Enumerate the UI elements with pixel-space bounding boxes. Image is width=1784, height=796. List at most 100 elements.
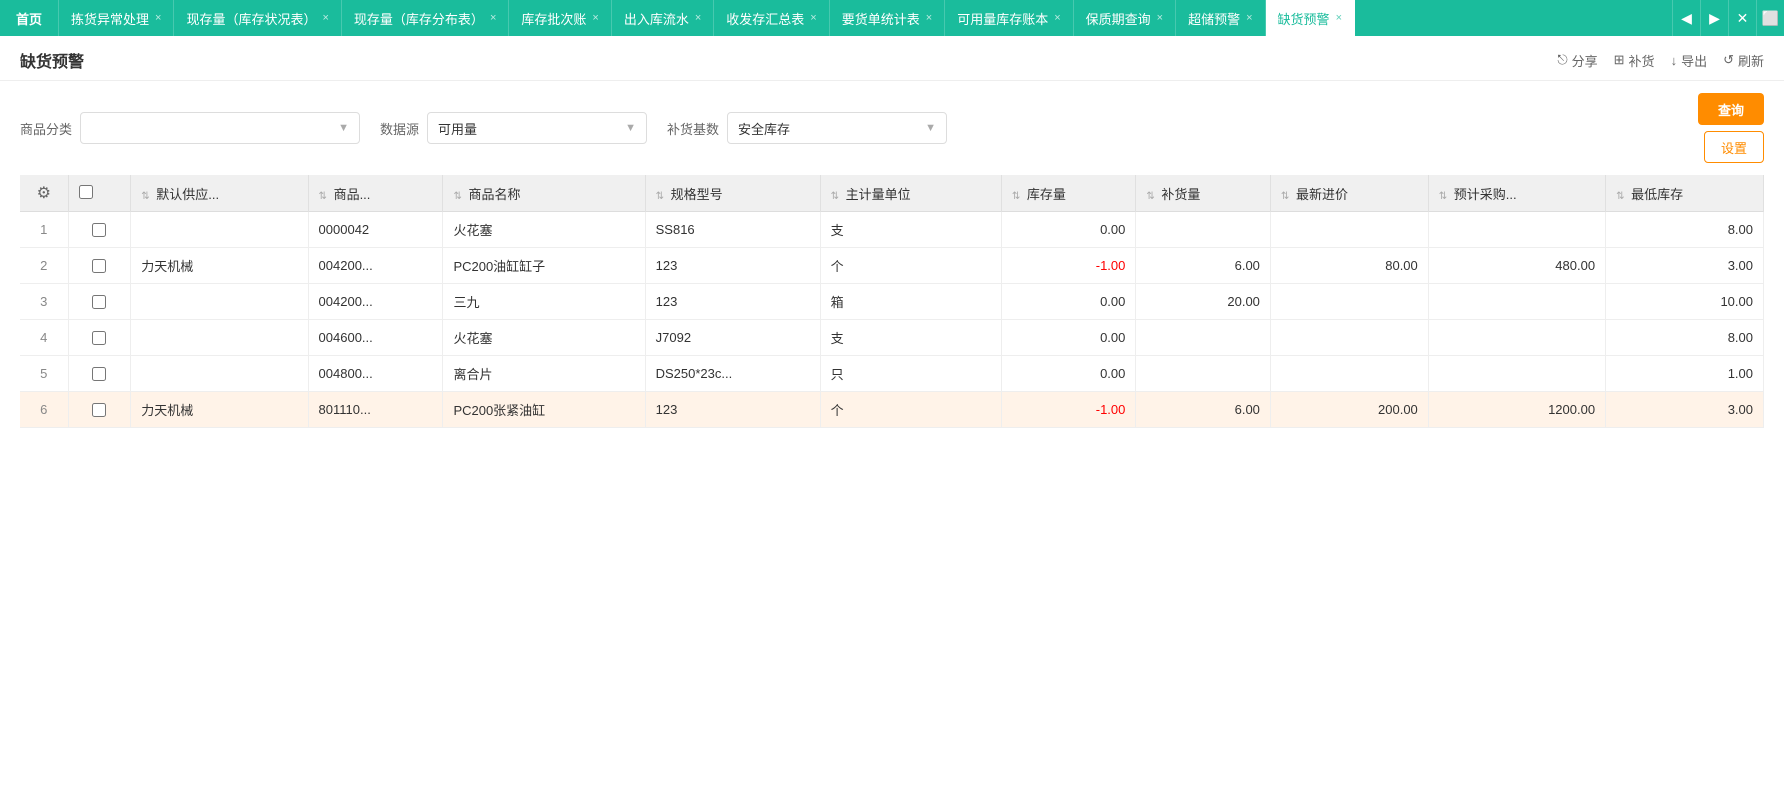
cell-stock: 0.00 bbox=[1001, 284, 1136, 320]
cell-est-purchase: 480.00 bbox=[1428, 248, 1605, 284]
sort-icon-2: ⇅ bbox=[319, 191, 327, 202]
sort-icon-7: ⇅ bbox=[1146, 191, 1154, 202]
row-checkbox[interactable] bbox=[92, 295, 106, 309]
tab-batch[interactable]: 库存批次账 × bbox=[509, 0, 611, 36]
tab-close-icon[interactable]: × bbox=[810, 12, 816, 24]
tab-close-icon[interactable]: × bbox=[1054, 12, 1060, 24]
sort-icon-5: ⇅ bbox=[831, 191, 839, 202]
table-body: 1 0000042 火花塞 SS816 支 0.00 8.00 2 bbox=[20, 212, 1764, 428]
tab-close-icon[interactable]: × bbox=[490, 12, 496, 24]
row-number: 1 bbox=[20, 212, 68, 248]
tab-label: 超储预警 bbox=[1188, 9, 1240, 28]
datasource-select[interactable]: 可用量 ▼ bbox=[427, 112, 647, 144]
row-number: 2 bbox=[20, 248, 68, 284]
tab-overstock[interactable]: 超储预警 × bbox=[1176, 0, 1265, 36]
row-checkbox-cell bbox=[68, 212, 131, 248]
sort-icon-9: ⇅ bbox=[1439, 191, 1447, 202]
cell-latest-price: 200.00 bbox=[1270, 392, 1428, 428]
replenish-action[interactable]: ⊞ 补货 bbox=[1614, 51, 1655, 70]
refresh-action[interactable]: ↺ 刷新 bbox=[1723, 51, 1764, 70]
tab-close-icon[interactable]: × bbox=[155, 12, 161, 24]
row-checkbox[interactable] bbox=[92, 259, 106, 273]
cell-spec: J7092 bbox=[645, 320, 820, 356]
replenish-base-label: 补货基数 bbox=[667, 119, 719, 138]
tab-close-icon[interactable]: × bbox=[926, 12, 932, 24]
cell-replenish bbox=[1136, 212, 1271, 248]
tab-inout-flow[interactable]: 出入库流水× bbox=[612, 0, 714, 36]
tab-maximize-btn[interactable]: ⬜ bbox=[1756, 0, 1784, 36]
row-checkbox[interactable] bbox=[92, 403, 106, 417]
col-product-code[interactable]: ⇅ 商品... bbox=[308, 175, 443, 212]
tab-label: 可用量库存账本 bbox=[957, 9, 1048, 28]
cell-spec: DS250*23c... bbox=[645, 356, 820, 392]
cell-product-name: 离合片 bbox=[443, 356, 645, 392]
cell-stock: 0.00 bbox=[1001, 212, 1136, 248]
export-action[interactable]: ↓ 导出 bbox=[1671, 51, 1708, 70]
data-table: ⚙ ⇅ 默认供应... ⇅ 商品... ⇅ 商品名称 bbox=[20, 175, 1764, 428]
col-est-purchase[interactable]: ⇅ 预计采购... bbox=[1428, 175, 1605, 212]
col-replenish[interactable]: ⇅ 补货量 bbox=[1136, 175, 1271, 212]
share-action[interactable]: ⎋ 分享 bbox=[1557, 51, 1597, 70]
table-container: ⚙ ⇅ 默认供应... ⇅ 商品... ⇅ 商品名称 bbox=[0, 175, 1784, 428]
tab-label: 库存批次账 bbox=[521, 9, 586, 28]
col-min-stock[interactable]: ⇅ 最低库存 bbox=[1606, 175, 1764, 212]
tab-available[interactable]: 可用量库存账本 × bbox=[945, 0, 1073, 36]
query-button[interactable]: 查询 bbox=[1698, 93, 1764, 125]
col-latest-price[interactable]: ⇅ 最新进价 bbox=[1270, 175, 1428, 212]
tab-close-icon[interactable]: × bbox=[1157, 12, 1163, 24]
tab-close-icon[interactable]: × bbox=[1336, 12, 1342, 24]
cell-product-code: 004200... bbox=[308, 248, 443, 284]
tab-exception[interactable]: 拣货异常处理× bbox=[59, 0, 174, 36]
sort-icon-8: ⇅ bbox=[1281, 191, 1289, 202]
col-product-name[interactable]: ⇅ 商品名称 bbox=[443, 175, 645, 212]
tab-label: 现存量（库存分布表） bbox=[354, 9, 484, 28]
tab-label: 缺货预警 bbox=[1278, 9, 1330, 28]
cell-default-supplier bbox=[131, 320, 308, 356]
cell-unit: 支 bbox=[820, 212, 1001, 248]
tab-close-btn[interactable]: ✕ bbox=[1728, 0, 1756, 36]
cell-min-stock: 8.00 bbox=[1606, 212, 1764, 248]
tab-prev-btn[interactable]: ◀ bbox=[1672, 0, 1700, 36]
select-all-checkbox[interactable] bbox=[79, 185, 93, 199]
settings-button[interactable]: 设置 bbox=[1704, 131, 1764, 163]
tab-close-icon[interactable]: × bbox=[695, 12, 701, 24]
cell-replenish bbox=[1136, 320, 1271, 356]
tab-inventory-status[interactable]: 现存量（库存状况表）× bbox=[174, 0, 341, 36]
tab-expiry[interactable]: 保质期查询× bbox=[1074, 0, 1176, 36]
tab-next-btn[interactable]: ▶ bbox=[1700, 0, 1728, 36]
cell-est-purchase bbox=[1428, 356, 1605, 392]
sort-icon-6: ⇅ bbox=[1012, 191, 1020, 202]
row-checkbox-cell bbox=[68, 392, 131, 428]
col-default-supplier[interactable]: ⇅ 默认供应... bbox=[131, 175, 308, 212]
datasource-label: 数据源 bbox=[380, 119, 419, 138]
tab-inventory-dist[interactable]: 现存量（库存分布表） × bbox=[342, 0, 509, 36]
tab-collection[interactable]: 收发存汇总表× bbox=[714, 0, 829, 36]
tab-close-icon[interactable]: × bbox=[1246, 12, 1252, 24]
chevron-down-icon-2: ▼ bbox=[625, 122, 636, 134]
row-checkbox[interactable] bbox=[92, 331, 106, 345]
cell-latest-price bbox=[1270, 356, 1428, 392]
cell-product-code: 0000042 bbox=[308, 212, 443, 248]
cell-latest-price bbox=[1270, 212, 1428, 248]
replenish-base-select[interactable]: 安全库存 ▼ bbox=[727, 112, 947, 144]
row-checkbox[interactable] bbox=[92, 223, 106, 237]
chevron-down-icon-3: ▼ bbox=[925, 122, 936, 134]
row-number: 5 bbox=[20, 356, 68, 392]
col-stock[interactable]: ⇅ 库存量 bbox=[1001, 175, 1136, 212]
datasource-value: 可用量 bbox=[438, 119, 477, 138]
tab-shortage[interactable]: 缺货预警 × bbox=[1266, 0, 1355, 36]
tab-demand[interactable]: 要货单统计表× bbox=[830, 0, 945, 36]
cell-product-name: 火花塞 bbox=[443, 212, 645, 248]
cell-stock: 0.00 bbox=[1001, 356, 1136, 392]
tab-close-icon[interactable]: × bbox=[592, 12, 598, 24]
col-spec[interactable]: ⇅ 规格型号 bbox=[645, 175, 820, 212]
cell-default-supplier: 力天机械 bbox=[131, 248, 308, 284]
category-select[interactable]: ▼ bbox=[80, 112, 360, 144]
col-unit[interactable]: ⇅ 主计量单位 bbox=[820, 175, 1001, 212]
tab-close-icon[interactable]: × bbox=[322, 12, 328, 24]
col-settings[interactable]: ⚙ bbox=[20, 175, 68, 212]
gear-icon[interactable]: ⚙ bbox=[37, 185, 51, 202]
tab-home[interactable]: 首页 bbox=[0, 0, 59, 36]
filter-bar: 商品分类 ▼ 数据源 可用量 ▼ 补货基数 安全库存 ▼ 查询 设置 bbox=[0, 81, 1784, 175]
row-checkbox[interactable] bbox=[92, 367, 106, 381]
